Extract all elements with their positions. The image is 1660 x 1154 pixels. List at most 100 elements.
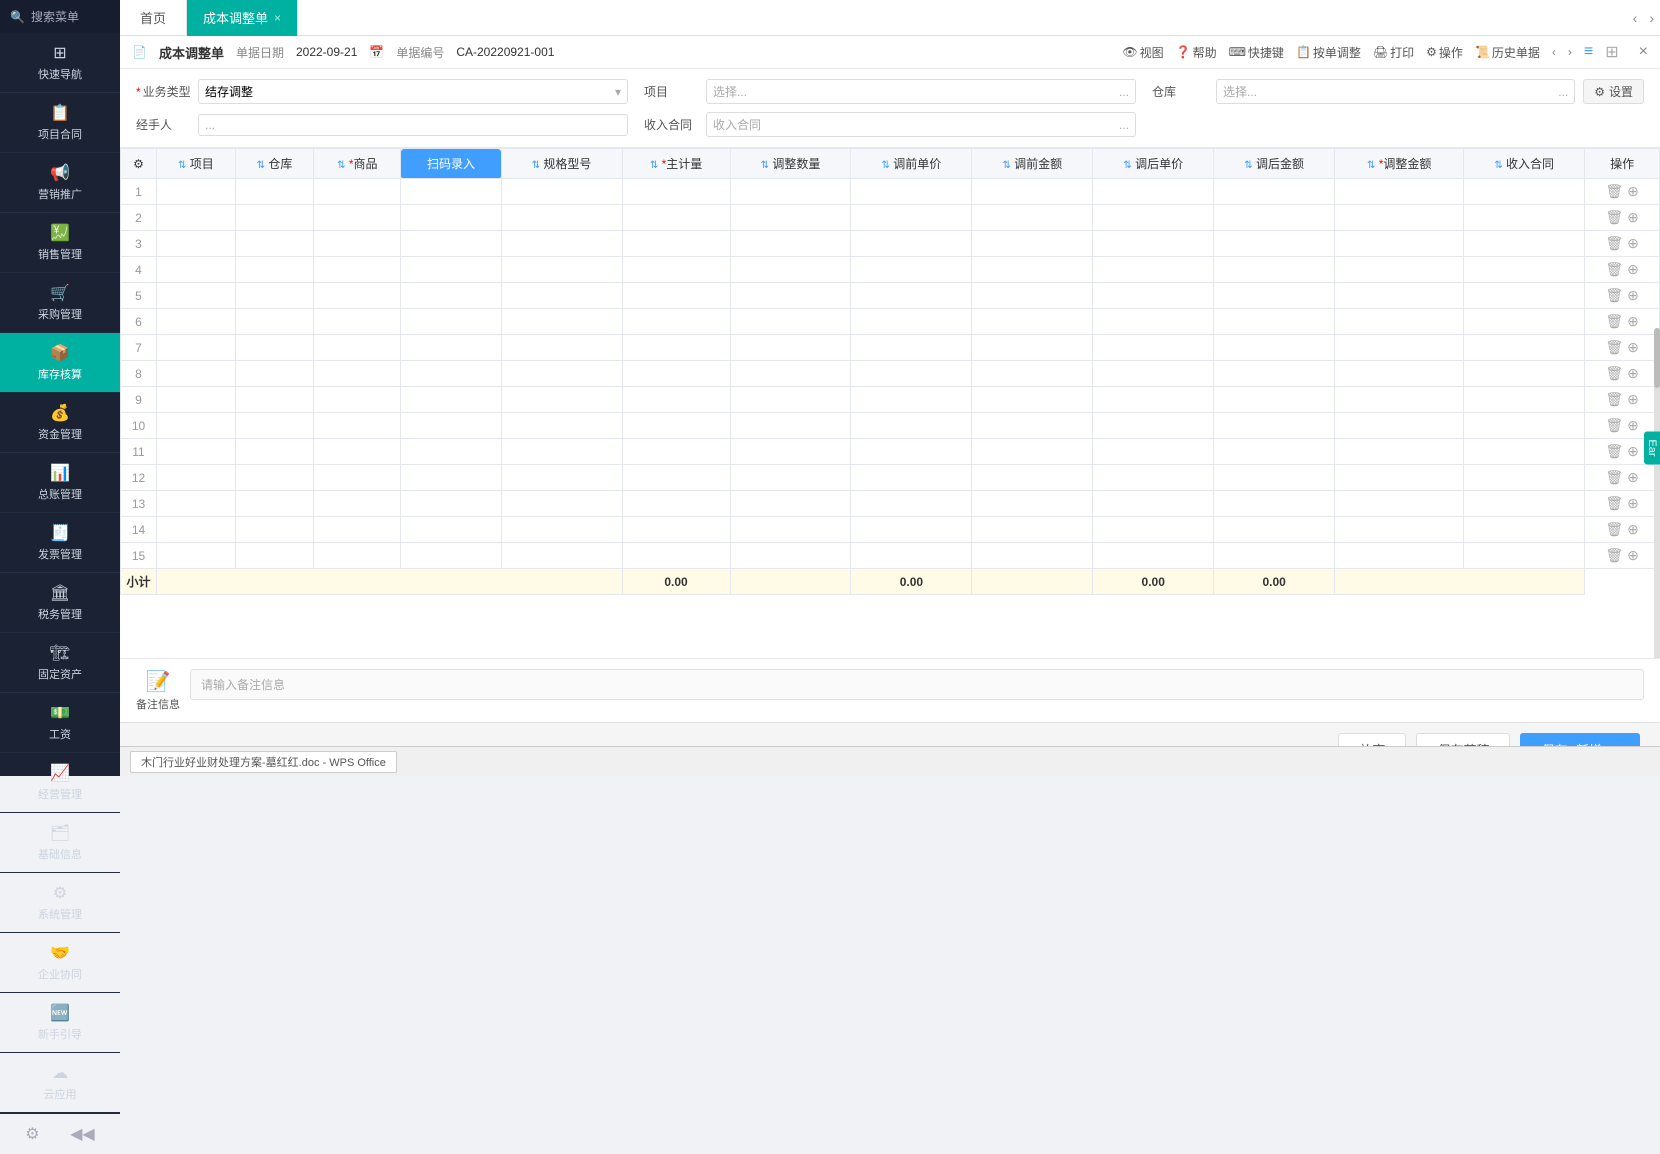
toolbar-review-btn[interactable]: 📋 按单调整 bbox=[1296, 44, 1361, 61]
row-copy-btn[interactable]: ⊕ bbox=[1627, 547, 1639, 564]
row-goods[interactable] bbox=[314, 361, 401, 387]
row-income-contract[interactable] bbox=[1464, 491, 1585, 517]
row-copy-btn[interactable]: ⊕ bbox=[1627, 183, 1639, 200]
row-project[interactable] bbox=[157, 491, 236, 517]
row-unit[interactable] bbox=[622, 205, 730, 231]
business-type-select[interactable]: 结存调整 ▾ bbox=[198, 79, 628, 104]
row-adjust-amount[interactable] bbox=[1335, 491, 1464, 517]
row-after-price[interactable] bbox=[1093, 465, 1214, 491]
row-adjust-amount[interactable] bbox=[1335, 439, 1464, 465]
row-adjust-amount[interactable] bbox=[1335, 465, 1464, 491]
row-project[interactable] bbox=[157, 413, 236, 439]
row-delete-btn[interactable]: 🗑 bbox=[1605, 495, 1623, 512]
row-before-amount[interactable] bbox=[972, 257, 1093, 283]
row-income-contract[interactable] bbox=[1464, 439, 1585, 465]
warehouse-input[interactable]: 选择... ... bbox=[1216, 79, 1575, 104]
sort-icon[interactable]: ⇅ bbox=[1123, 160, 1131, 171]
row-after-price[interactable] bbox=[1093, 491, 1214, 517]
row-after-price[interactable] bbox=[1093, 387, 1214, 413]
close-window-btn[interactable]: × bbox=[1639, 43, 1648, 61]
row-warehouse[interactable] bbox=[235, 283, 314, 309]
row-before-amount[interactable] bbox=[972, 543, 1093, 569]
row-copy-btn[interactable]: ⊕ bbox=[1627, 469, 1639, 486]
sort-icon[interactable]: ⇅ bbox=[1244, 160, 1252, 171]
row-scan[interactable] bbox=[401, 387, 501, 413]
row-unit[interactable] bbox=[622, 309, 730, 335]
sort-icon[interactable]: ⇅ bbox=[337, 160, 345, 171]
row-before-price[interactable] bbox=[851, 413, 972, 439]
row-adjust-qty[interactable] bbox=[730, 439, 851, 465]
row-unit[interactable] bbox=[622, 179, 730, 205]
toolbar-actions-btn[interactable]: ⚙ 操作 bbox=[1426, 44, 1463, 61]
toolbar-view-btn[interactable]: 👁 视图 bbox=[1122, 44, 1163, 61]
row-copy-btn[interactable]: ⊕ bbox=[1627, 365, 1639, 382]
row-after-amount[interactable] bbox=[1214, 413, 1335, 439]
row-spec[interactable] bbox=[501, 387, 622, 413]
row-unit[interactable] bbox=[622, 413, 730, 439]
row-adjust-amount[interactable] bbox=[1335, 283, 1464, 309]
row-delete-btn[interactable]: 🗑 bbox=[1605, 313, 1623, 330]
row-scan[interactable] bbox=[401, 335, 501, 361]
toolbar-help-btn[interactable]: ❓ 帮助 bbox=[1176, 44, 1217, 61]
row-unit[interactable] bbox=[622, 465, 730, 491]
tab-close-btn[interactable]: × bbox=[274, 11, 281, 25]
row-goods[interactable] bbox=[314, 283, 401, 309]
row-income-contract[interactable] bbox=[1464, 179, 1585, 205]
row-copy-btn[interactable]: ⊕ bbox=[1627, 495, 1639, 512]
row-warehouse[interactable] bbox=[235, 413, 314, 439]
row-warehouse[interactable] bbox=[235, 439, 314, 465]
row-project[interactable] bbox=[157, 361, 236, 387]
row-before-price[interactable] bbox=[851, 361, 972, 387]
row-goods[interactable] bbox=[314, 517, 401, 543]
row-income-contract[interactable] bbox=[1464, 335, 1585, 361]
row-after-amount[interactable] bbox=[1214, 205, 1335, 231]
row-warehouse[interactable] bbox=[235, 517, 314, 543]
row-warehouse[interactable] bbox=[235, 387, 314, 413]
row-scan[interactable] bbox=[401, 257, 501, 283]
row-copy-btn[interactable]: ⊕ bbox=[1627, 209, 1639, 226]
row-delete-btn[interactable]: 🗑 bbox=[1605, 417, 1623, 434]
row-after-price[interactable] bbox=[1093, 309, 1214, 335]
toolbar-print-btn[interactable]: 🖨 打印 bbox=[1373, 44, 1414, 61]
row-after-amount[interactable] bbox=[1214, 387, 1335, 413]
row-adjust-qty[interactable] bbox=[730, 335, 851, 361]
sidebar-item-quick-nav[interactable]: ⊞ 快速导航 bbox=[0, 33, 120, 93]
row-scan[interactable] bbox=[401, 231, 501, 257]
row-before-amount[interactable] bbox=[972, 283, 1093, 309]
row-unit[interactable] bbox=[622, 335, 730, 361]
row-after-amount[interactable] bbox=[1214, 257, 1335, 283]
row-before-price[interactable] bbox=[851, 283, 972, 309]
sort-icon[interactable]: ⇅ bbox=[650, 160, 658, 171]
row-adjust-qty[interactable] bbox=[730, 543, 851, 569]
toolbar-list-view-btn[interactable]: ≡ bbox=[1584, 43, 1593, 61]
row-delete-btn[interactable]: 🗑 bbox=[1605, 469, 1623, 486]
row-delete-btn[interactable]: 🗑 bbox=[1605, 339, 1623, 356]
row-unit[interactable] bbox=[622, 491, 730, 517]
sidebar-item-marketing[interactable]: 📢 营销推广 bbox=[0, 153, 120, 213]
row-delete-btn[interactable]: 🗑 bbox=[1605, 235, 1623, 252]
toolbar-prev-btn[interactable]: ‹ bbox=[1552, 45, 1556, 59]
row-unit[interactable] bbox=[622, 231, 730, 257]
row-adjust-qty[interactable] bbox=[730, 517, 851, 543]
row-before-price[interactable] bbox=[851, 491, 972, 517]
row-delete-btn[interactable]: 🗑 bbox=[1605, 183, 1623, 200]
col-scan[interactable]: 扫码录入 bbox=[401, 149, 501, 179]
row-before-price[interactable] bbox=[851, 231, 972, 257]
row-before-amount[interactable] bbox=[972, 491, 1093, 517]
toolbar-history-btn[interactable]: 📜 历史单据 bbox=[1475, 44, 1540, 61]
row-copy-btn[interactable]: ⊕ bbox=[1627, 235, 1639, 252]
row-income-contract[interactable] bbox=[1464, 543, 1585, 569]
row-after-amount[interactable] bbox=[1214, 491, 1335, 517]
row-spec[interactable] bbox=[501, 413, 622, 439]
sidebar-item-finance[interactable]: 💰 资金管理 bbox=[0, 393, 120, 453]
row-income-contract[interactable] bbox=[1464, 205, 1585, 231]
row-delete-btn[interactable]: 🗑 bbox=[1605, 261, 1623, 278]
row-adjust-amount[interactable] bbox=[1335, 517, 1464, 543]
sidebar-item-sales[interactable]: 💹 销售管理 bbox=[0, 213, 120, 273]
row-adjust-qty[interactable] bbox=[730, 361, 851, 387]
row-after-amount[interactable] bbox=[1214, 465, 1335, 491]
row-after-price[interactable] bbox=[1093, 517, 1214, 543]
col-settings[interactable]: ⚙ bbox=[121, 149, 157, 179]
row-unit[interactable] bbox=[622, 361, 730, 387]
row-before-price[interactable] bbox=[851, 543, 972, 569]
